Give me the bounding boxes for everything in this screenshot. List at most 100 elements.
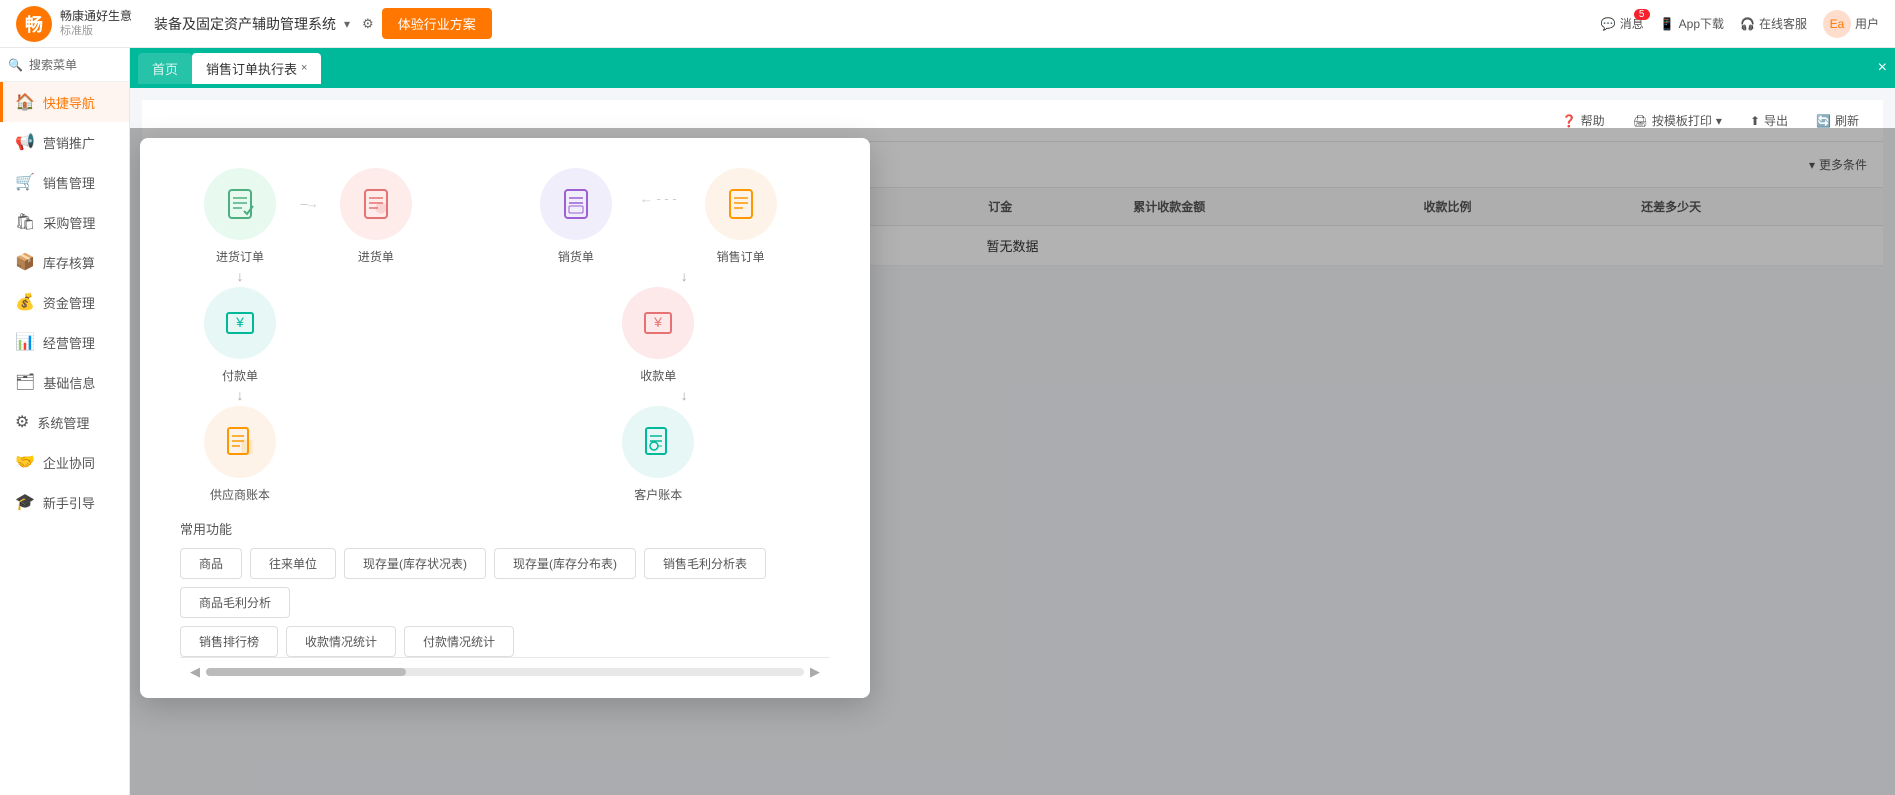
sidebar-item-inventory[interactable]: 📦 库存核算: [0, 242, 129, 282]
modal-overlay: 进货订单 ↓ ¥: [130, 128, 1895, 795]
sidebar-item-basic-info[interactable]: 🗂 基础信息: [0, 362, 129, 402]
customer-ledger-label: 客户账本: [634, 486, 682, 503]
system-title-area: 装备及固定资产辅助管理系统 ▾ ⚙: [146, 14, 374, 34]
marketing-icon: 📢: [15, 132, 35, 152]
flow-modal: 进货订单 ↓ ¥: [140, 138, 870, 698]
content-area: 首页 销售订单执行表 × × ❓ 帮助 🖨: [130, 48, 1895, 795]
tab-bar: 首页 销售订单执行表 × ×: [130, 48, 1895, 88]
refresh-icon: 🔄: [1816, 114, 1831, 128]
inventory-icon: 📦: [15, 252, 35, 272]
func-stock-status-btn[interactable]: 现存量(库存状况表): [344, 548, 486, 579]
func-payment-stat-btn[interactable]: 付款情况统计: [404, 626, 514, 657]
customer-circle: [622, 406, 694, 478]
sales-order-label: 销售订单: [717, 248, 765, 265]
quick-nav-icon: 🏠: [15, 92, 35, 112]
sidebar: 🔍 搜索菜单 🏠 快捷导航 📢 营销推广 🛒 销售管理 🛍 采购管理 📦: [0, 48, 130, 795]
sidebar-item-marketing[interactable]: 📢 营销推广: [0, 122, 129, 162]
logo-icon: 畅: [16, 6, 52, 42]
sidebar-item-newbie[interactable]: 🎓 新手引导: [0, 482, 129, 522]
settings-icon[interactable]: ⚙: [362, 16, 374, 32]
close-all-tabs-btn[interactable]: ×: [1878, 59, 1887, 77]
purchase-bill-circle: [340, 168, 412, 240]
sales-row: 销货单 ← - - -: [516, 168, 801, 265]
common-functions-section: 常用功能 商品 往来单位 现存量(库存状况表) 现存量(库存分布表) 销售毛利分…: [180, 519, 830, 657]
purchase-order-circle: [204, 168, 276, 240]
payment-label: 付款单: [222, 367, 258, 384]
func-goods-profit-btn[interactable]: 商品毛利分析: [180, 587, 290, 618]
scroll-track: [206, 668, 804, 676]
func-contacts-btn[interactable]: 往来单位: [250, 548, 336, 579]
scroll-right-icon[interactable]: ▶: [810, 664, 820, 680]
purchase-order-node[interactable]: 进货订单: [180, 168, 300, 265]
operations-icon: 📊: [15, 332, 35, 352]
sales-bill-node[interactable]: 销货单: [516, 168, 636, 265]
system-title: 装备及固定资产辅助管理系统: [154, 14, 336, 34]
sales-bill-circle: [540, 168, 612, 240]
export-icon: ⬆: [1750, 114, 1760, 128]
scroll-left-icon[interactable]: ◀: [190, 664, 200, 680]
receipt-row: ¥ 收款单: [598, 287, 718, 384]
sidebar-item-purchase[interactable]: 🛍 采购管理: [0, 202, 129, 242]
arrow-down-3: ↓: [237, 384, 244, 406]
sales-bill-label: 销货单: [558, 248, 594, 265]
user-avatar: Ea: [1823, 10, 1851, 38]
newbie-icon: 🎓: [15, 492, 35, 512]
payment-bill-node[interactable]: ¥ 付款单: [180, 287, 300, 384]
message-btn[interactable]: 💬 消息 5: [1601, 15, 1644, 32]
func-receipt-stat-btn[interactable]: 收款情况统计: [286, 626, 396, 657]
tab-sales-order-exec[interactable]: 销售订单执行表 ×: [192, 53, 321, 84]
supplier-ledger-label: 供应商账本: [210, 486, 270, 503]
arrow-down-sales: ↓: [681, 265, 688, 287]
func-buttons-row1: 商品 往来单位 现存量(库存状况表) 现存量(库存分布表) 销售毛利分析表 商品…: [180, 548, 830, 618]
supplier-ledger-node[interactable]: 供应商账本: [180, 406, 300, 503]
sidebar-item-operations[interactable]: 📊 经营管理: [0, 322, 129, 362]
purchase-bill-node[interactable]: 进货单: [316, 168, 436, 265]
sales-order-node[interactable]: 销售订单: [681, 168, 801, 265]
purchase-bill-label: 进货单: [358, 248, 394, 265]
func-buttons-row2: 销售排行榜 收款情况统计 付款情况统计: [180, 626, 830, 657]
print-icon: 🖨: [1633, 114, 1648, 128]
tab-close-icon[interactable]: ×: [301, 62, 307, 74]
supplier-circle: [204, 406, 276, 478]
arrow-down-1: ↓: [237, 265, 244, 287]
dashed-arrow-sales: ← - - -: [640, 191, 677, 206]
sidebar-search[interactable]: 🔍 搜索菜单: [0, 48, 129, 82]
scroll-thumb[interactable]: [206, 668, 406, 676]
arrow-down-receipt: ↓: [681, 384, 688, 406]
system-dropdown-btn[interactable]: ▾: [344, 17, 350, 31]
func-goods-btn[interactable]: 商品: [180, 548, 242, 579]
middle-left-flow: 进货单: [316, 168, 436, 265]
modal-body: 进货订单 ↓ ¥: [140, 138, 870, 698]
customer-ledger-node[interactable]: 客户账本: [598, 406, 718, 503]
sales-arrow-down: ↓: [629, 265, 688, 287]
receipt-label: 收款单: [640, 367, 676, 384]
finance-icon: 💰: [15, 292, 35, 312]
experience-btn[interactable]: 体验行业方案: [382, 8, 492, 39]
h-arrow-1: - - - →: [300, 168, 316, 211]
func-sales-rank-btn[interactable]: 销售排行榜: [180, 626, 278, 657]
flow-diagram: 进货订单 ↓ ¥: [180, 168, 830, 503]
purchase-icon: 🛍: [15, 212, 35, 232]
sidebar-item-system[interactable]: ⚙ 系统管理: [0, 402, 129, 442]
func-sales-profit-btn[interactable]: 销售毛利分析表: [644, 548, 766, 579]
func-stock-dist-btn[interactable]: 现存量(库存分布表): [494, 548, 636, 579]
help-icon: ❓: [1562, 114, 1577, 128]
sales-icon: 🛒: [15, 172, 35, 192]
user-area[interactable]: Ea 用户: [1823, 10, 1879, 38]
basic-info-icon: 🗂: [15, 372, 35, 392]
sidebar-item-enterprise[interactable]: 🤝 企业协同: [0, 442, 129, 482]
tab-home[interactable]: 首页: [138, 53, 192, 84]
left-flow: 进货订单 ↓ ¥: [180, 168, 300, 503]
app-download-btn[interactable]: 📱 App下载: [1660, 15, 1724, 32]
top-right-area: 💬 消息 5 📱 App下载 🎧 在线客服 Ea 用户: [1601, 10, 1879, 38]
page-content: ❓ 帮助 🖨 按模板打印 ▾ ⬆ 导出 🔄 刷新: [130, 88, 1895, 795]
common-functions-title: 常用功能: [180, 519, 830, 538]
system-icon: ⚙: [15, 412, 29, 432]
sidebar-item-quick-nav[interactable]: 🏠 快捷导航: [0, 82, 129, 122]
sidebar-item-sales[interactable]: 🛒 销售管理: [0, 162, 129, 202]
sales-order-circle: [705, 168, 777, 240]
online-service-btn[interactable]: 🎧 在线客服: [1740, 15, 1807, 32]
receipt-bill-node[interactable]: ¥ 收款单: [598, 287, 718, 384]
logo-area: 畅 畅康通好生意 标准版: [16, 6, 146, 42]
sidebar-item-finance[interactable]: 💰 资金管理: [0, 282, 129, 322]
